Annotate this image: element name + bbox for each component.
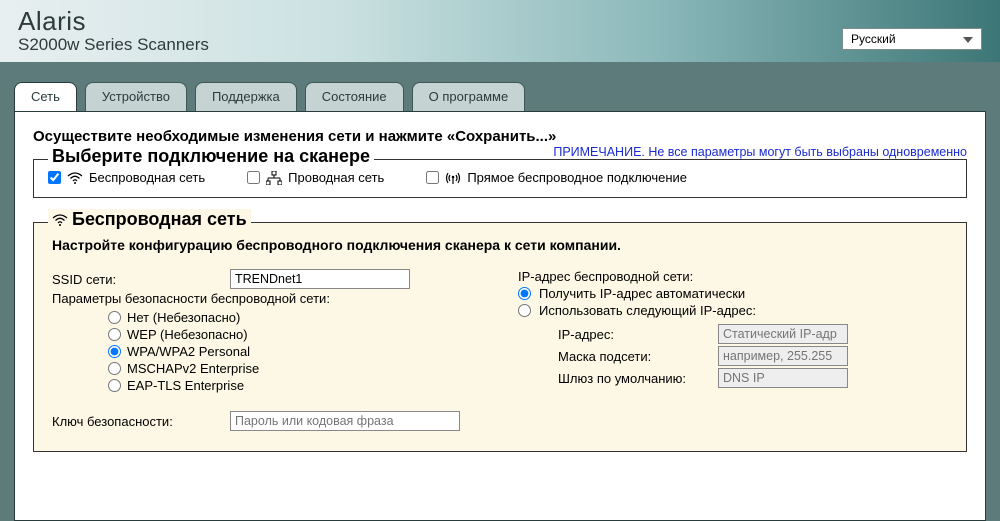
wireless-fieldset: Беспроводная сеть Настройте конфигурацию… <box>33 222 967 452</box>
conn-direct-label: Прямое беспроводное подключение <box>467 170 687 185</box>
sec-radio-none[interactable] <box>108 311 121 324</box>
tab-bar: Сеть Устройство Поддержка Состояние О пр… <box>0 62 1000 111</box>
ip-radio-static[interactable] <box>518 304 531 317</box>
sec-opt-eaptls[interactable]: EAP-TLS Enterprise <box>108 378 482 393</box>
wifi-icon <box>67 172 83 184</box>
wireless-legend-text: Беспроводная сеть <box>72 209 247 230</box>
security-options: Нет (Небезопасно) WEP (Небезопасно) WPA/… <box>108 310 482 393</box>
ip-mode-static[interactable]: Использовать следующий IP-адрес: <box>518 303 948 318</box>
language-selected: Русский <box>851 32 896 46</box>
subnet-mask-input[interactable] <box>718 346 848 366</box>
ip-mode-auto[interactable]: Получить IP-адрес автоматически <box>518 286 948 301</box>
app-header: Alaris S2000w Series Scanners Русский <box>0 0 1000 62</box>
sec-opt-wep[interactable]: WEP (Небезопасно) <box>108 327 482 342</box>
page-instruction: Осуществите необходимые изменения сети и… <box>33 128 971 145</box>
tab-device[interactable]: Устройство <box>85 82 187 111</box>
conn-wireless-checkbox[interactable] <box>48 171 61 184</box>
tab-status[interactable]: Состояние <box>305 82 404 111</box>
tab-about[interactable]: О программе <box>412 82 526 111</box>
security-key-label: Ключ безопасности: <box>52 414 222 429</box>
sec-opt-wpa[interactable]: WPA/WPA2 Personal <box>108 344 482 359</box>
tab-network[interactable]: Сеть <box>14 82 77 111</box>
chevron-down-icon <box>963 32 973 46</box>
security-key-input[interactable] <box>230 411 460 431</box>
sec-radio-mschap[interactable] <box>108 362 121 375</box>
conn-direct-checkbox[interactable] <box>426 171 439 184</box>
main-panel: Осуществите необходимые изменения сети и… <box>14 111 986 521</box>
conn-direct-option[interactable]: Прямое беспроводное подключение <box>426 170 687 185</box>
ip-addr-label: IP-адрес: <box>558 327 708 342</box>
ip-addr-input[interactable] <box>718 324 848 344</box>
security-params-label: Параметры безопасности беспроводной сети… <box>52 291 330 306</box>
sec-radio-eaptls[interactable] <box>108 379 121 392</box>
brand-line-2: S2000w Series Scanners <box>18 35 982 55</box>
conn-wired-option[interactable]: Проводная сеть <box>247 170 384 185</box>
ip-header-label: IP-адрес беспроводной сети: <box>518 269 693 284</box>
antenna-icon <box>445 171 461 185</box>
gateway-label: Шлюз по умолчанию: <box>558 371 708 386</box>
ssid-input[interactable] <box>230 269 410 289</box>
wireless-legend: Беспроводная сеть <box>48 209 251 230</box>
wifi-icon <box>52 214 68 226</box>
connection-fieldset: Выберите подключение на сканере Беспрово… <box>33 159 967 198</box>
ssid-label: SSID сети: <box>52 272 222 287</box>
sec-radio-wpa[interactable] <box>108 345 121 358</box>
language-select[interactable]: Русский <box>842 28 982 50</box>
tab-support[interactable]: Поддержка <box>195 82 297 111</box>
sec-opt-none[interactable]: Нет (Небезопасно) <box>108 310 482 325</box>
conn-wireless-label: Беспроводная сеть <box>89 170 205 185</box>
sec-radio-wep[interactable] <box>108 328 121 341</box>
wireless-sub-instruction: Настройте конфигурацию беспроводного под… <box>52 237 948 253</box>
conn-wired-label: Проводная сеть <box>288 170 384 185</box>
sec-opt-mschap[interactable]: MSCHAPv2 Enterprise <box>108 361 482 376</box>
brand-line-1: Alaris <box>18 6 982 37</box>
subnet-mask-label: Маска подсети: <box>558 349 708 364</box>
wireless-left-col: SSID сети: Параметры безопасности беспро… <box>52 267 482 433</box>
gateway-input[interactable] <box>718 368 848 388</box>
ethernet-icon <box>266 171 282 185</box>
conn-wireless-option[interactable]: Беспроводная сеть <box>48 170 205 185</box>
wireless-right-col: IP-адрес беспроводной сети: Получить IP-… <box>518 267 948 433</box>
connection-legend: Выберите подключение на сканере <box>48 146 374 167</box>
conn-wired-checkbox[interactable] <box>247 171 260 184</box>
static-ip-fields: IP-адрес: Маска подсети: Шлюз по умолчан… <box>558 324 948 388</box>
ip-radio-auto[interactable] <box>518 287 531 300</box>
